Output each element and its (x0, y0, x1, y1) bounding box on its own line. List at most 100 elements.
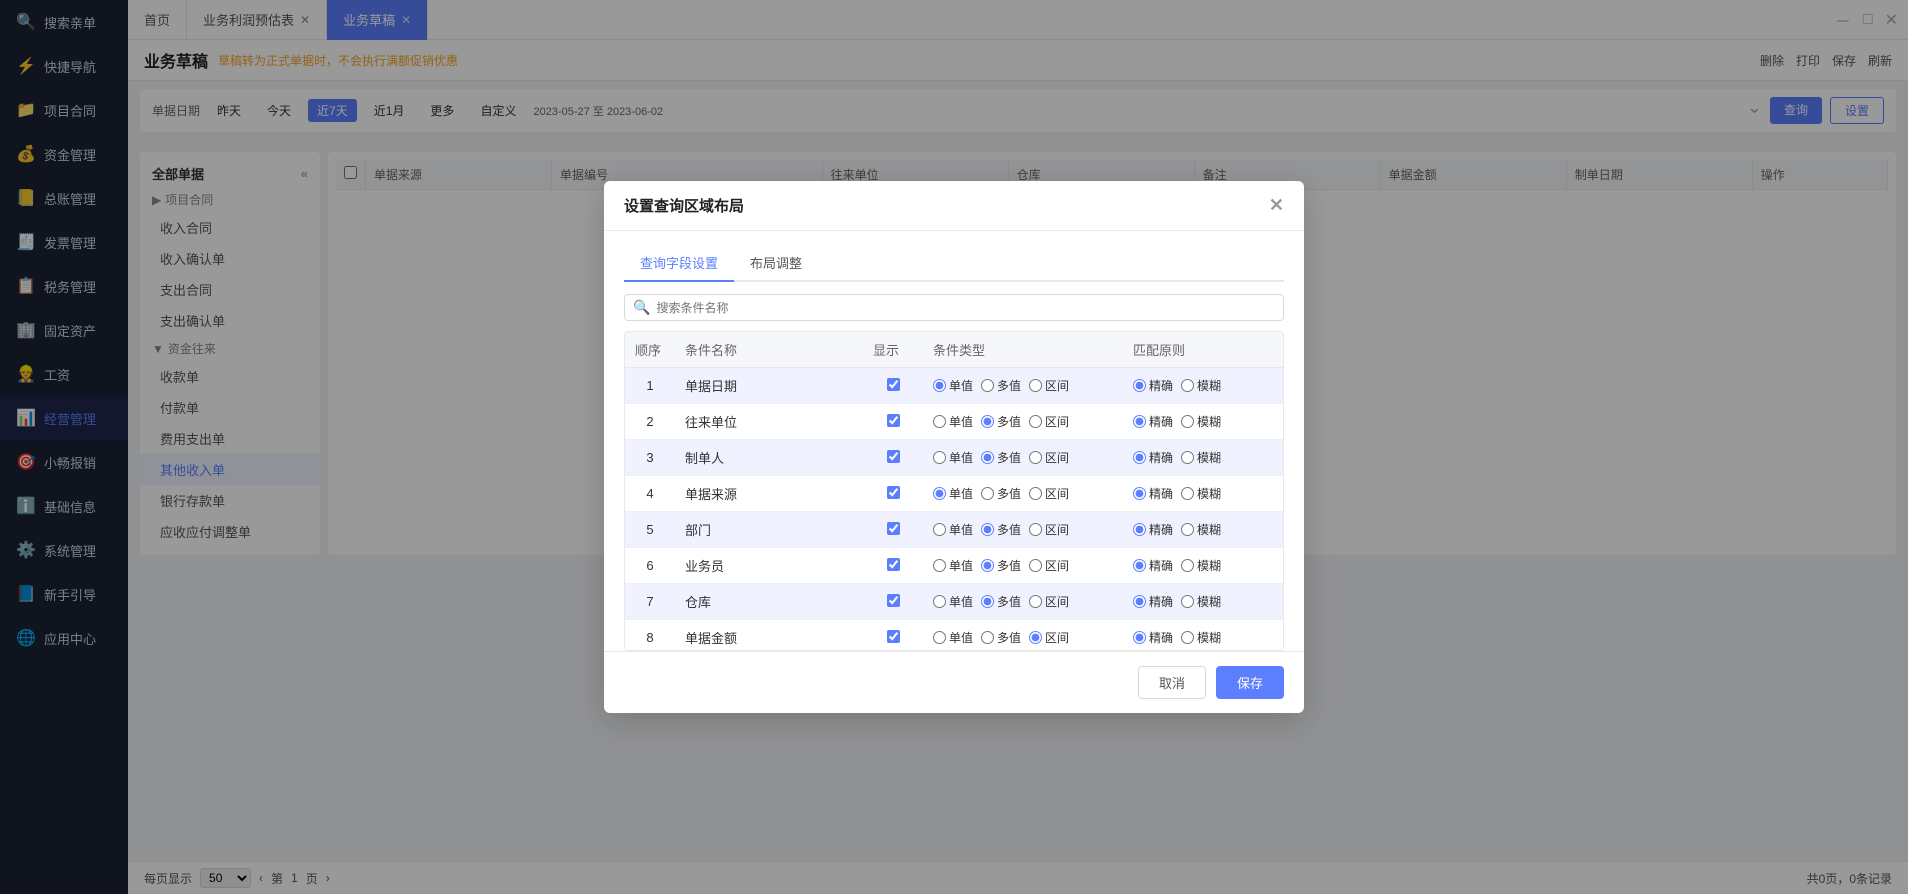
type-radio-单值[interactable] (933, 487, 946, 500)
type-radio-item[interactable]: 区间 (1029, 485, 1069, 502)
match-radio-item[interactable]: 模糊 (1181, 413, 1221, 430)
type-radio-多值[interactable] (981, 523, 994, 536)
type-radio-区间[interactable] (1029, 415, 1042, 428)
show-checkbox[interactable] (887, 594, 900, 607)
type-radio-item[interactable]: 多值 (981, 449, 1021, 466)
type-radio-item[interactable]: 区间 (1029, 521, 1069, 538)
show-checkbox[interactable] (887, 522, 900, 535)
show-checkbox[interactable] (887, 486, 900, 499)
type-radio-区间[interactable] (1029, 559, 1042, 572)
match-radio-item[interactable]: 精确 (1133, 449, 1173, 466)
match-radio-item[interactable]: 精确 (1133, 377, 1173, 394)
type-radio-区间[interactable] (1029, 631, 1042, 644)
type-radio-多值[interactable] (981, 451, 994, 464)
match-radio-item[interactable]: 精确 (1133, 485, 1173, 502)
table-row: 3 (625, 440, 675, 476)
th-show: 显示 (863, 332, 923, 368)
type-radio-item[interactable]: 单值 (933, 521, 973, 538)
table-row: 5 (625, 512, 675, 548)
match-radio-item[interactable]: 模糊 (1181, 449, 1221, 466)
type-radio-cell: 单值多值区间 (923, 620, 1123, 652)
type-radio-多值[interactable] (981, 487, 994, 500)
type-radio-item[interactable]: 单值 (933, 377, 973, 394)
match-radio-模糊[interactable] (1181, 451, 1194, 464)
type-radio-区间[interactable] (1029, 595, 1042, 608)
match-radio-精确[interactable] (1133, 631, 1146, 644)
match-radio-cell: 精确模糊 (1123, 584, 1283, 620)
type-radio-多值[interactable] (981, 631, 994, 644)
type-radio-单值[interactable] (933, 451, 946, 464)
match-radio-精确[interactable] (1133, 379, 1146, 392)
match-radio-模糊[interactable] (1181, 415, 1194, 428)
type-radio-item[interactable]: 区间 (1029, 449, 1069, 466)
show-checkbox[interactable] (887, 378, 900, 391)
show-checkbox-cell (863, 512, 923, 548)
type-radio-item[interactable]: 多值 (981, 377, 1021, 394)
type-radio-item[interactable]: 单值 (933, 413, 973, 430)
match-radio-模糊[interactable] (1181, 487, 1194, 500)
show-checkbox[interactable] (887, 450, 900, 463)
type-radio-区间[interactable] (1029, 451, 1042, 464)
show-checkbox[interactable] (887, 630, 900, 643)
type-radio-单值[interactable] (933, 523, 946, 536)
type-radio-多值[interactable] (981, 595, 994, 608)
type-radio-区间[interactable] (1029, 379, 1042, 392)
match-radio-item[interactable]: 模糊 (1181, 485, 1221, 502)
type-radio-单值[interactable] (933, 379, 946, 392)
modal-tab-layout[interactable]: 布局调整 (734, 247, 818, 282)
type-radio-item[interactable]: 区间 (1029, 629, 1069, 646)
type-radio-区间[interactable] (1029, 487, 1042, 500)
type-radio-item[interactable]: 区间 (1029, 593, 1069, 610)
match-radio-item[interactable]: 模糊 (1181, 593, 1221, 610)
type-radio-item[interactable]: 多值 (981, 521, 1021, 538)
match-radio-item[interactable]: 模糊 (1181, 521, 1221, 538)
match-radio-精确[interactable] (1133, 415, 1146, 428)
show-checkbox[interactable] (887, 558, 900, 571)
type-radio-item[interactable]: 区间 (1029, 557, 1069, 574)
type-radio-区间[interactable] (1029, 523, 1042, 536)
match-radio-item[interactable]: 精确 (1133, 557, 1173, 574)
match-radio-精确[interactable] (1133, 487, 1146, 500)
type-radio-item[interactable]: 多值 (981, 413, 1021, 430)
type-radio-item[interactable]: 多值 (981, 485, 1021, 502)
type-radio-item[interactable]: 单值 (933, 449, 973, 466)
type-radio-单值[interactable] (933, 559, 946, 572)
match-radio-item[interactable]: 精确 (1133, 413, 1173, 430)
type-radio-item[interactable]: 单值 (933, 629, 973, 646)
type-radio-单值[interactable] (933, 631, 946, 644)
match-radio-精确[interactable] (1133, 523, 1146, 536)
type-radio-item[interactable]: 多值 (981, 557, 1021, 574)
type-radio-item[interactable]: 区间 (1029, 413, 1069, 430)
type-radio-item[interactable]: 多值 (981, 593, 1021, 610)
modal-search-input[interactable] (656, 301, 1275, 315)
type-radio-多值[interactable] (981, 559, 994, 572)
type-radio-单值[interactable] (933, 595, 946, 608)
match-radio-精确[interactable] (1133, 451, 1146, 464)
match-radio-模糊[interactable] (1181, 631, 1194, 644)
type-radio-多值[interactable] (981, 415, 994, 428)
type-radio-单值[interactable] (933, 415, 946, 428)
type-radio-item[interactable]: 区间 (1029, 377, 1069, 394)
match-radio-模糊[interactable] (1181, 595, 1194, 608)
type-radio-item[interactable]: 单值 (933, 593, 973, 610)
modal-close-button[interactable]: ✕ (1269, 195, 1284, 216)
match-radio-item[interactable]: 精确 (1133, 521, 1173, 538)
match-radio-item[interactable]: 模糊 (1181, 557, 1221, 574)
match-radio-item[interactable]: 精确 (1133, 593, 1173, 610)
type-radio-item[interactable]: 单值 (933, 557, 973, 574)
show-checkbox[interactable] (887, 414, 900, 427)
cancel-button[interactable]: 取消 (1138, 666, 1206, 699)
type-radio-多值[interactable] (981, 379, 994, 392)
match-radio-精确[interactable] (1133, 595, 1146, 608)
match-radio-item[interactable]: 精确 (1133, 629, 1173, 646)
match-radio-模糊[interactable] (1181, 559, 1194, 572)
modal-tab-field-settings[interactable]: 查询字段设置 (624, 247, 734, 282)
match-radio-模糊[interactable] (1181, 379, 1194, 392)
modal-save-button[interactable]: 保存 (1216, 666, 1284, 699)
match-radio-item[interactable]: 模糊 (1181, 377, 1221, 394)
type-radio-item[interactable]: 单值 (933, 485, 973, 502)
type-radio-item[interactable]: 多值 (981, 629, 1021, 646)
match-radio-模糊[interactable] (1181, 523, 1194, 536)
match-radio-item[interactable]: 模糊 (1181, 629, 1221, 646)
match-radio-精确[interactable] (1133, 559, 1146, 572)
